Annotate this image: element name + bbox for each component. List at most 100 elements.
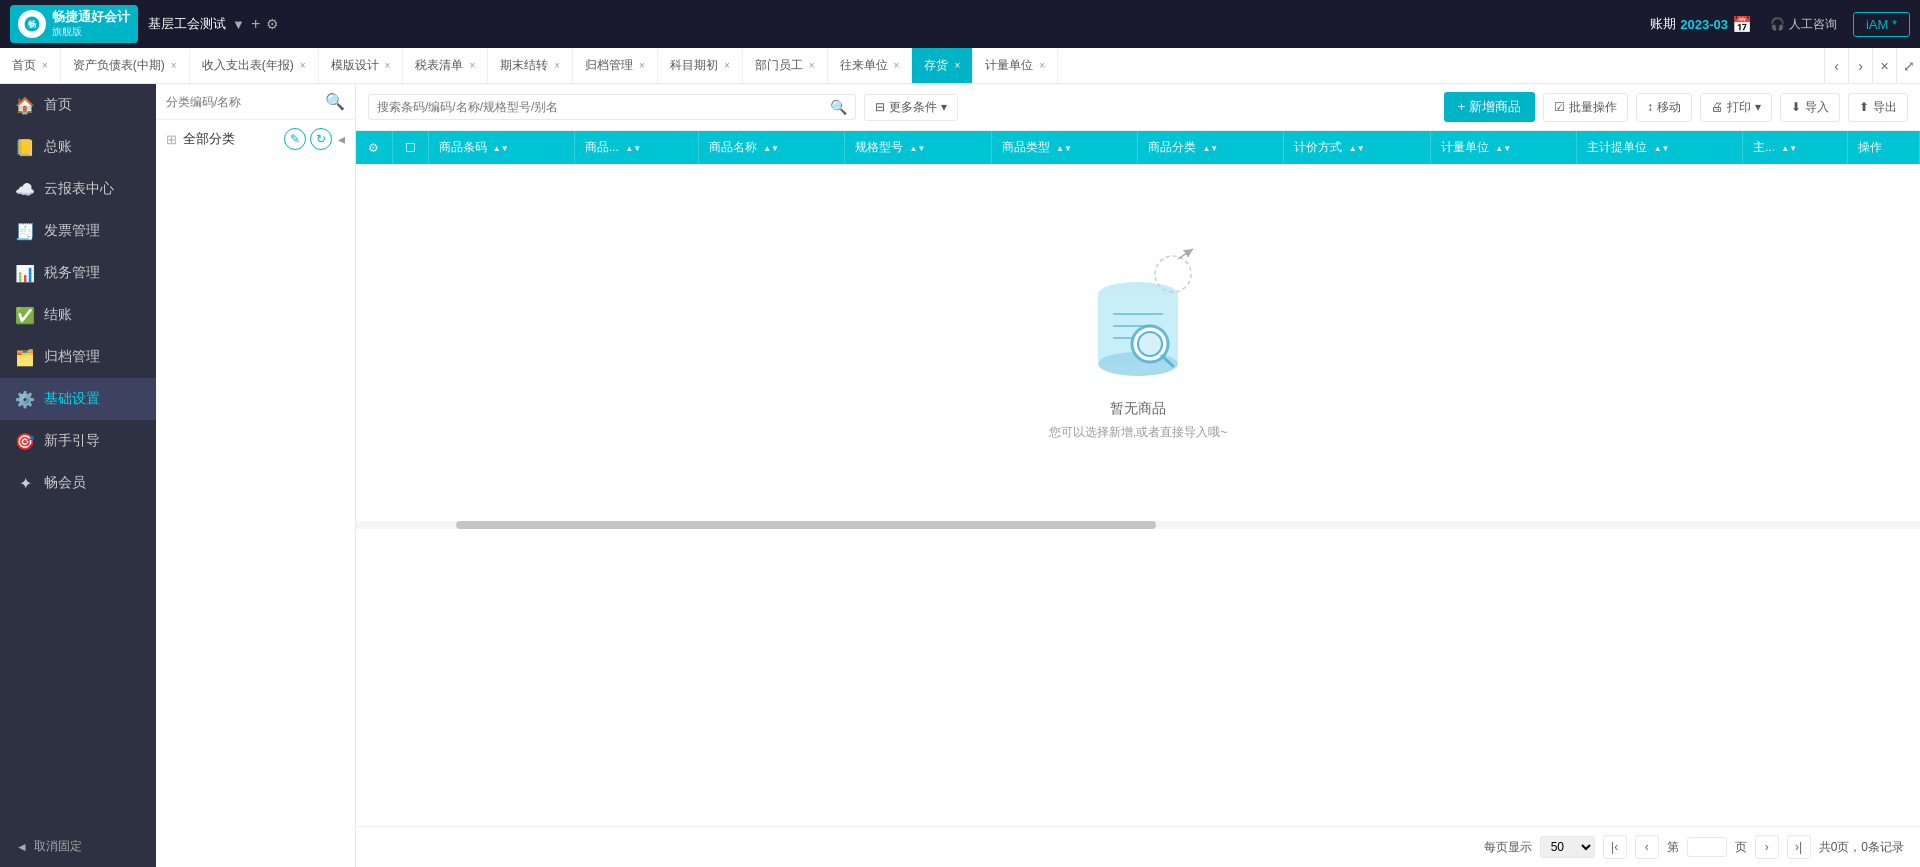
category-header[interactable]: ⊞ 全部分类 ✎ ↻ ◂ [156,120,355,158]
sidebar-item-ledger[interactable]: 📒 总账 [0,126,156,168]
tab-period-transfer-close[interactable]: × [554,60,560,71]
help-button[interactable]: 🎧 人工咨询 [1762,14,1845,35]
tab-expand[interactable]: ⤢ [1896,48,1920,84]
sidebar-item-member[interactable]: ✦ 畅会员 [0,462,156,504]
page-prev-btn[interactable]: ‹ [1635,835,1659,859]
tab-inventory-close[interactable]: × [954,60,960,71]
export-icon: ⬆ [1859,100,1869,114]
tab-unit-close[interactable]: × [1039,60,1045,71]
settings-gear-icon: ⚙️ [16,390,34,408]
export-button[interactable]: ⬆ 导出 [1848,93,1908,122]
th-type[interactable]: 商品类型 ▲▼ [991,131,1137,164]
th-code-sort[interactable]: ▲▼ [625,144,641,153]
sidebar-item-archive[interactable]: 🗂️ 归档管理 [0,336,156,378]
th-price-method-sort[interactable]: ▲▼ [1349,144,1365,153]
th-unit-sort[interactable]: ▲▼ [1495,144,1511,153]
th-main-abbr-sort[interactable]: ▲▼ [1781,144,1797,153]
tab-balance-sheet[interactable]: 资产负债表(中期) × [61,48,190,84]
main-layout: 🏠 首页 📒 总账 ☁️ 云报表中心 🧾 发票管理 📊 税务管理 ✅ 结账 🗂️… [0,84,1920,867]
sidebar-item-checkout[interactable]: ✅ 结账 [0,294,156,336]
category-edit-icon[interactable]: ✎ [284,128,306,150]
tab-income-statement[interactable]: 收入支出表(年报) × [190,48,319,84]
category-search-icon[interactable]: 🔍 [325,92,345,111]
tab-template-design[interactable]: 模版设计 × [319,48,404,84]
th-category[interactable]: 商品分类 ▲▼ [1138,131,1284,164]
tab-unit[interactable]: 计量单位 × [973,48,1058,84]
sidebar-item-tax[interactable]: 📊 税务管理 [0,252,156,294]
move-button[interactable]: ↕ 移动 [1636,93,1692,122]
company-dropdown-arrow[interactable]: ▼ [232,17,245,32]
sidebar-item-home[interactable]: 🏠 首页 [0,84,156,126]
settings-icon[interactable]: ⚙ [266,16,279,32]
sidebar-item-settings[interactable]: ⚙️ 基础设置 [0,378,156,420]
sidebar-footer-pin[interactable]: ◄ 取消固定 [0,826,156,867]
account-button[interactable]: iAM * [1853,12,1910,37]
checkout-icon: ✅ [16,306,34,324]
tab-period-transfer[interactable]: 期末结转 × [488,48,573,84]
th-main-abbr[interactable]: 主... ▲▼ [1742,131,1847,164]
th-unit[interactable]: 计量单位 ▲▼ [1430,131,1576,164]
tab-contacts-close[interactable]: × [894,60,900,71]
tab-nav-next[interactable]: › [1848,48,1872,84]
th-price-method[interactable]: 计价方式 ▲▼ [1284,131,1430,164]
collapse-panel-btn[interactable]: ◂ [338,131,345,147]
add-product-button[interactable]: + 新增商品 [1444,92,1535,122]
th-barcode[interactable]: 商品条码 ▲▼ [428,131,574,164]
tab-department-staff[interactable]: 部门员工 × [743,48,828,84]
page-first-btn[interactable]: |‹ [1603,835,1627,859]
per-page-select[interactable]: 50 100 200 [1540,836,1595,858]
th-main-unit-sort[interactable]: ▲▼ [1654,144,1670,153]
print-button[interactable]: 🖨 打印 ▾ [1700,93,1772,122]
tab-contacts[interactable]: 往来单位 × [828,48,913,84]
sidebar-item-cloud-report[interactable]: ☁️ 云报表中心 [0,168,156,210]
tab-template-design-close[interactable]: × [385,60,391,71]
tab-archive-mgmt[interactable]: 归档管理 × [573,48,658,84]
tab-home[interactable]: 首页 × [0,48,61,84]
th-name[interactable]: 商品名称 ▲▼ [698,131,844,164]
category-refresh-icon[interactable]: ↻ [310,128,332,150]
tab-balance-sheet-close[interactable]: × [171,60,177,71]
th-type-sort[interactable]: ▲▼ [1056,144,1072,153]
th-main-unit[interactable]: 主计提单位 ▲▼ [1577,131,1743,164]
tab-subject-initial-close[interactable]: × [724,60,730,71]
th-spec[interactable]: 规格型号 ▲▼ [845,131,991,164]
batch-operation-button[interactable]: ☑ 批量操作 [1543,93,1628,122]
tab-tax-list-close[interactable]: × [469,60,475,71]
tab-income-statement-close[interactable]: × [300,60,306,71]
th-barcode-sort[interactable]: ▲▼ [493,144,509,153]
sidebar-item-guide[interactable]: 🎯 新手引导 [0,420,156,462]
import-button[interactable]: ⬇ 导入 [1780,93,1840,122]
th-name-sort[interactable]: ▲▼ [763,144,779,153]
print-label: 打印 [1727,99,1751,116]
category-search-input[interactable] [166,95,321,109]
product-search-icon[interactable]: 🔍 [830,99,847,115]
sidebar-item-invoice[interactable]: 🧾 发票管理 [0,210,156,252]
page-last-btn[interactable]: ›| [1787,835,1811,859]
filter-button[interactable]: ⊟ 更多条件 ▾ [864,94,958,121]
grid-icon: ⊞ [166,132,177,147]
calendar-icon[interactable]: 📅 [1732,15,1752,34]
tab-tax-list-label: 税表清单 [415,57,463,74]
page-number-input[interactable]: 1 [1687,837,1727,857]
tab-archive-mgmt-close[interactable]: × [639,60,645,71]
th-checkbox[interactable]: ☐ [392,131,428,164]
tab-department-staff-close[interactable]: × [809,60,815,71]
th-category-sort[interactable]: ▲▼ [1202,144,1218,153]
tab-close-all[interactable]: × [1872,48,1896,84]
tab-home-close[interactable]: × [42,60,48,71]
page-next-btn[interactable]: › [1755,835,1779,859]
product-search-input[interactable] [377,100,826,114]
tab-tax-list[interactable]: 税表清单 × [403,48,488,84]
th-settings[interactable]: ⚙ [356,131,392,164]
cloud-report-icon: ☁️ [16,180,34,198]
th-operations-label: 操作 [1858,140,1882,154]
scrollbar-thumb[interactable] [456,521,1156,529]
tab-inventory[interactable]: 存货 × [912,48,973,84]
tab-subject-initial[interactable]: 科目期初 × [658,48,743,84]
horizontal-scrollbar[interactable] [356,521,1920,529]
print-icon: 🖨 [1711,100,1723,114]
add-tab-btn[interactable]: + [251,15,260,33]
th-code[interactable]: 商品... ▲▼ [574,131,698,164]
th-spec-sort[interactable]: ▲▼ [910,144,926,153]
tab-nav-prev[interactable]: ‹ [1824,48,1848,84]
